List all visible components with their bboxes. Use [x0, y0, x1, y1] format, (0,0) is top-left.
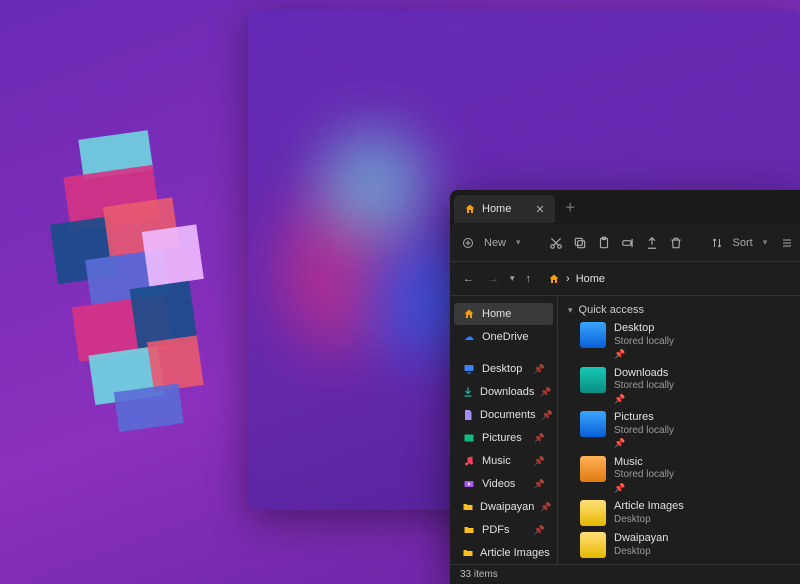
home-icon: [548, 273, 560, 285]
navigation-pane: Home ☁ OneDrive Desktop📌Downloads📌Docume…: [450, 296, 558, 564]
nav-back-button[interactable]: ←: [460, 271, 477, 287]
picture-icon: [462, 431, 476, 445]
music-icon: [462, 454, 476, 468]
status-bar: 33 items: [450, 564, 800, 584]
wallpaper-art: [39, 118, 282, 463]
sidebar-item-dwaipayan[interactable]: Dwaipayan📌: [454, 496, 553, 518]
pin-icon: 📌: [614, 349, 674, 360]
nav-up-button[interactable]: ↑: [523, 271, 535, 287]
tab-title: Home: [482, 203, 511, 215]
quick-access-item[interactable]: DesktopStored locally📌: [580, 322, 720, 361]
quick-access-item[interactable]: PicturesStored locally📌: [580, 411, 720, 450]
new-tab-button[interactable]: ＋: [555, 193, 586, 221]
desktop-icon: [462, 362, 476, 376]
view-button[interactable]: View: [781, 237, 800, 249]
titlebar: Home ✕ ＋: [450, 190, 800, 224]
sidebar-item-home[interactable]: Home: [454, 303, 553, 325]
history-dropdown-icon[interactable]: ▾: [510, 273, 515, 284]
folder-icon: [580, 532, 606, 558]
quick-access-item[interactable]: Article ImagesDesktop: [580, 500, 720, 526]
pin-icon: 📌: [614, 394, 674, 405]
pin-icon: 📌: [534, 433, 545, 444]
pin-icon: 📌: [534, 479, 545, 490]
pin-icon: 📌: [614, 438, 674, 449]
video-icon: [462, 477, 476, 491]
download-icon: [462, 385, 474, 399]
sidebar-item-onedrive[interactable]: ☁ OneDrive: [454, 326, 553, 348]
folder-icon: [580, 411, 606, 437]
active-tab[interactable]: Home ✕: [454, 195, 555, 223]
folder-icon: [580, 456, 606, 482]
folder-icon: [580, 367, 606, 393]
chevron-down-icon: ▾: [763, 237, 768, 248]
paste-icon[interactable]: [597, 236, 611, 250]
sidebar-item-music[interactable]: Music📌: [454, 450, 553, 472]
command-bar: New ▾ Sort ▾ View: [450, 224, 800, 262]
sidebar-item-desktop[interactable]: Desktop📌: [454, 358, 553, 380]
cloud-icon: ☁: [462, 330, 476, 344]
pin-icon: 📌: [534, 364, 545, 375]
sidebar-item-pdfs[interactable]: PDFs📌: [454, 519, 553, 541]
pin-icon: 📌: [540, 502, 551, 513]
folder-icon: [580, 322, 606, 348]
pin-icon: 📌: [614, 483, 674, 494]
quick-access-header[interactable]: ▾ Quick access: [558, 300, 800, 320]
chevron-down-icon: ▾: [568, 305, 573, 316]
cut-icon[interactable]: [549, 236, 563, 250]
pin-icon: 📌: [542, 410, 553, 421]
home-icon: [462, 307, 476, 321]
share-icon[interactable]: [645, 236, 659, 250]
item-count-label: 33 items: [460, 569, 498, 580]
sidebar-item-article-images[interactable]: Article Images📌: [454, 542, 553, 564]
folder-icon: [462, 500, 474, 514]
breadcrumb[interactable]: › Home: [548, 273, 605, 285]
document-icon: [462, 408, 474, 422]
quick-access-item[interactable]: DownloadsStored locally📌: [580, 367, 720, 406]
pin-icon: 📌: [534, 456, 545, 467]
folder-icon: [580, 500, 606, 526]
sidebar-item-videos[interactable]: Videos📌: [454, 473, 553, 495]
quick-access-item[interactable]: MusicStored locally📌: [580, 456, 720, 495]
rename-icon[interactable]: [621, 236, 635, 250]
nav-forward-button[interactable]: →: [485, 271, 502, 287]
content-pane: ▾ Quick access DesktopStored locally📌 Dow…: [558, 296, 800, 564]
home-icon: [464, 203, 476, 215]
tab-close-icon[interactable]: ✕: [535, 203, 544, 216]
chevron-down-icon: ▾: [516, 237, 521, 248]
pin-icon: 📌: [534, 525, 545, 536]
address-bar: ← → ▾ ↑ › Home: [450, 262, 800, 296]
sidebar-item-pictures[interactable]: Pictures📌: [454, 427, 553, 449]
folder-icon: [462, 523, 476, 537]
copy-icon[interactable]: [573, 236, 587, 250]
new-button[interactable]: New ▾: [462, 237, 521, 249]
quick-access-item[interactable]: DwaipayanDesktop: [580, 532, 720, 558]
folder-icon: [462, 546, 474, 560]
sidebar-item-downloads[interactable]: Downloads📌: [454, 381, 553, 403]
pin-icon: 📌: [540, 387, 551, 398]
sort-button[interactable]: Sort ▾: [711, 237, 768, 249]
file-explorer-window: Home ✕ ＋ New ▾ Sort ▾: [450, 190, 800, 584]
sidebar-item-documents[interactable]: Documents📌: [454, 404, 553, 426]
delete-icon[interactable]: [669, 236, 683, 250]
